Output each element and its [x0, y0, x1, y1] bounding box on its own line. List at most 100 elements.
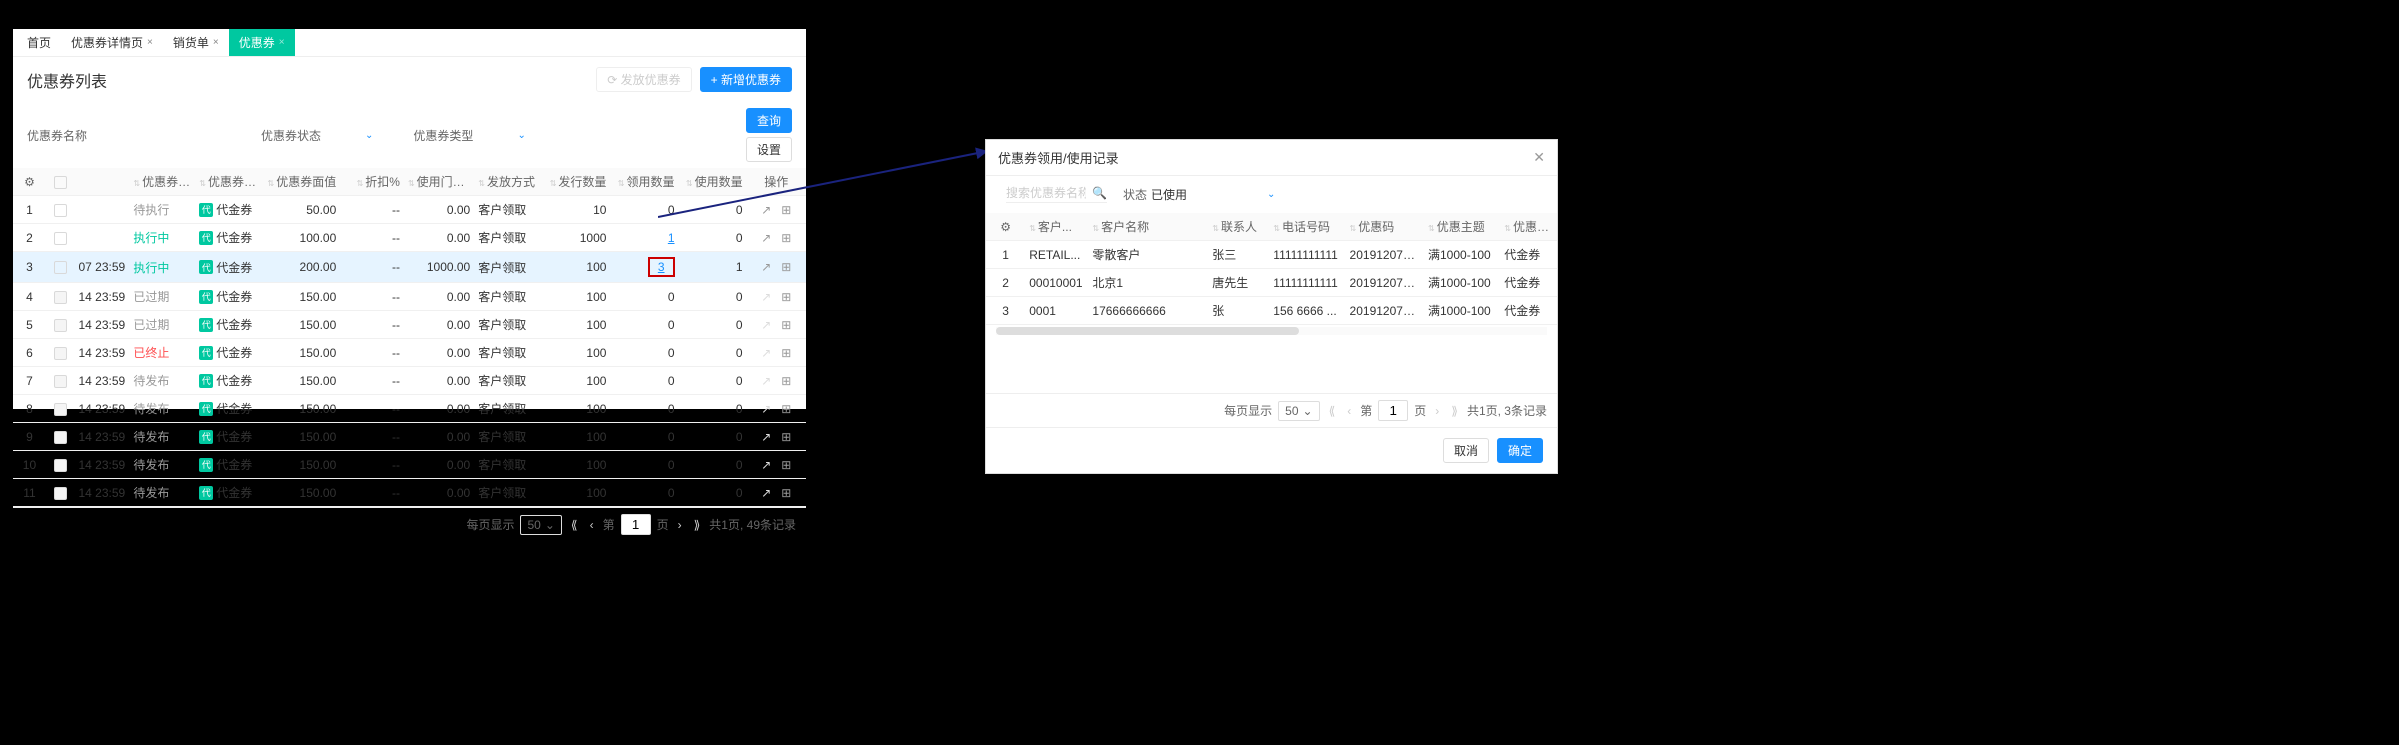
chevron-down-icon: ⌄ [365, 130, 373, 141]
filter-bar: 优惠券名称 优惠券状态 ⌄ 优惠券类型 ⌄ 查询 设置 [13, 102, 806, 168]
coupon-table: ⚙ ⇅优惠券状态 ⇅优惠券类型 ⇅优惠券面值 ⇅折扣% ⇅使用门槛... ⇅发放… [13, 168, 806, 507]
qr-icon[interactable]: ⊞ [779, 486, 793, 500]
table-header-row: ⚙ ⇅客户... ⇅客户名称 ⇅联系人 ⇅电话号码 ⇅优惠码 ⇅优惠主题 ⇅优惠… [986, 213, 1557, 241]
tab-coupon[interactable]: 优惠券× [229, 29, 295, 56]
pagination: 每页显示 50 ⌄ ⟪ ‹ 第 页 › ⟫ 共1页, 49条记录 [13, 507, 806, 541]
next-page-icon[interactable]: › [1432, 404, 1442, 418]
table-row[interactable]: 2 执行中 代代金券 100.00 -- 0.00 客户领取 1000 1 0 … [13, 224, 806, 252]
voucher-icon: 代 [199, 374, 213, 388]
status-badge: 执行中 [133, 231, 169, 245]
qr-icon[interactable]: ⊞ [779, 290, 793, 304]
chevron-down-icon: ⌄ [517, 130, 525, 141]
claimed-count-link: 0 [668, 486, 675, 500]
horizontal-scrollbar[interactable] [996, 327, 1547, 335]
status-badge: 待发布 [133, 430, 169, 444]
status-select[interactable]: ⌄ [325, 130, 373, 141]
last-page-icon[interactable]: ⟫ [1448, 404, 1461, 418]
filter-type-label: 优惠券类型 [413, 127, 473, 144]
table-row[interactable]: 4 14 23:59 已过期 代代金券 150.00 -- 0.00 客户领取 … [13, 283, 806, 311]
qr-icon[interactable]: ⊞ [779, 203, 793, 217]
voucher-icon: 代 [199, 318, 213, 332]
table-row[interactable]: 11 14 23:59 待发布 代代金券 150.00 -- 0.00 客户领取… [13, 479, 806, 507]
table-row[interactable]: 3 0001 17666666666 张 156 6666 ... 201912… [986, 297, 1557, 325]
close-icon[interactable]: ✕ [1533, 149, 1545, 166]
claimed-count-link: 0 [668, 318, 675, 332]
qr-icon[interactable]: ⊞ [779, 231, 793, 245]
claimed-count-link[interactable]: 3 [648, 257, 675, 277]
status-badge: 待发布 [133, 402, 169, 416]
close-icon[interactable]: × [147, 37, 153, 48]
select-all-checkbox[interactable] [54, 176, 67, 189]
voucher-icon: 代 [199, 231, 213, 245]
query-button[interactable]: 查询 [746, 108, 792, 133]
page-size-select[interactable]: 50 ⌄ [1278, 401, 1319, 421]
claimed-count-link[interactable]: 1 [668, 231, 675, 245]
qr-icon[interactable]: ⊞ [779, 374, 793, 388]
first-page-icon[interactable]: ⟪ [1326, 404, 1339, 418]
status-badge: 执行中 [133, 261, 169, 275]
close-icon[interactable]: × [213, 37, 219, 48]
row-checkbox [54, 347, 67, 360]
share-icon: ↗ [759, 458, 773, 472]
qr-icon[interactable]: ⊞ [779, 430, 793, 444]
table-row[interactable]: 2 00010001 北京1 唐先生 11111111111 201912070… [986, 269, 1557, 297]
status-badge: 待发布 [133, 486, 169, 500]
voucher-icon: 代 [199, 290, 213, 304]
first-page-icon[interactable]: ⟪ [568, 518, 581, 532]
page-number-input[interactable] [621, 514, 651, 535]
tab-home[interactable]: 首页 [17, 29, 61, 56]
page-number-input[interactable] [1378, 400, 1408, 421]
table-row[interactable]: 5 14 23:59 已过期 代代金券 150.00 -- 0.00 客户领取 … [13, 311, 806, 339]
last-page-icon[interactable]: ⟫ [691, 518, 704, 532]
qr-icon[interactable]: ⊞ [779, 402, 793, 416]
table-row[interactable]: 8 14 23:59 待发布 代代金券 150.00 -- 0.00 客户领取 … [13, 395, 806, 423]
add-coupon-button[interactable]: + 新增优惠券 [700, 67, 792, 92]
tab-sales-order[interactable]: 销货单× [163, 29, 229, 56]
table-row[interactable]: 1 待执行 代代金券 50.00 -- 0.00 客户领取 10 0 0 ↗⊞ [13, 196, 806, 224]
table-row[interactable]: 6 14 23:59 已终止 代代金券 150.00 -- 0.00 客户领取 … [13, 339, 806, 367]
table-row[interactable]: 10 14 23:59 待发布 代代金券 150.00 -- 0.00 客户领取… [13, 451, 806, 479]
page-size-select[interactable]: 50 ⌄ [520, 515, 561, 535]
qr-icon[interactable]: ⊞ [779, 260, 793, 274]
qr-icon[interactable]: ⊞ [779, 458, 793, 472]
distribute-button: ⟳ 发放优惠券 [596, 67, 691, 92]
modal-pagination: 每页显示 50 ⌄ ⟪ ‹ 第 页 › ⟫ 共1页, 3条记录 [986, 393, 1557, 427]
share-icon[interactable]: ↗ [759, 203, 773, 217]
claimed-count-link: 0 [668, 430, 675, 444]
share-icon[interactable]: ↗ [759, 231, 773, 245]
share-icon[interactable]: ↗ [759, 260, 773, 274]
table-row[interactable]: 3 07 23:59 执行中 代代金券 200.00 -- 1000.00 客户… [13, 252, 806, 283]
gear-icon[interactable]: ⚙ [22, 175, 36, 189]
chevron-down-icon: ⌄ [1303, 404, 1313, 418]
gear-icon[interactable]: ⚙ [999, 220, 1013, 234]
next-page-icon[interactable]: › [675, 518, 685, 532]
table-row[interactable]: 1 RETAIL... 零散客户 张三 11111111111 20191207… [986, 241, 1557, 269]
row-checkbox[interactable] [54, 232, 67, 245]
search-icon[interactable]: 🔍 [1092, 186, 1107, 200]
row-checkbox [54, 319, 67, 332]
table-row[interactable]: 9 14 23:59 待发布 代代金券 150.00 -- 0.00 客户领取 … [13, 423, 806, 451]
coupon-name-input[interactable] [91, 125, 191, 145]
tab-coupon-detail[interactable]: 优惠券详情页× [61, 29, 163, 56]
claimed-count-link: 0 [668, 203, 675, 217]
prev-page-icon[interactable]: ‹ [587, 518, 597, 532]
qr-icon[interactable]: ⊞ [779, 346, 793, 360]
usage-record-modal: 优惠券领用/使用记录 ✕ 🔍 状态 已使用⌄ ⚙ ⇅客户... ⇅客户名称 ⇅联… [985, 139, 1558, 474]
cancel-button[interactable]: 取消 [1443, 438, 1489, 463]
row-checkbox[interactable] [54, 261, 67, 274]
modal-status-select[interactable]: 已使用⌄ [1151, 186, 1275, 203]
type-select[interactable]: ⌄ [477, 130, 525, 141]
confirm-button[interactable]: 确定 [1497, 438, 1543, 463]
prev-page-icon[interactable]: ‹ [1344, 404, 1354, 418]
page-header: 优惠券列表 ⟳ 发放优惠券 + 新增优惠券 [13, 57, 806, 102]
share-icon: ↗ [759, 374, 773, 388]
search-input[interactable] [1006, 186, 1086, 200]
row-checkbox [54, 403, 67, 416]
main-table-wrap[interactable]: ⚙ ⇅优惠券状态 ⇅优惠券类型 ⇅优惠券面值 ⇅折扣% ⇅使用门槛... ⇅发放… [13, 168, 806, 507]
close-icon[interactable]: × [279, 37, 285, 48]
modal-status-label: 状态 [1123, 186, 1147, 203]
settings-button[interactable]: 设置 [746, 137, 792, 162]
table-row[interactable]: 7 14 23:59 待发布 代代金券 150.00 -- 0.00 客户领取 … [13, 367, 806, 395]
qr-icon[interactable]: ⊞ [779, 318, 793, 332]
row-checkbox[interactable] [54, 204, 67, 217]
